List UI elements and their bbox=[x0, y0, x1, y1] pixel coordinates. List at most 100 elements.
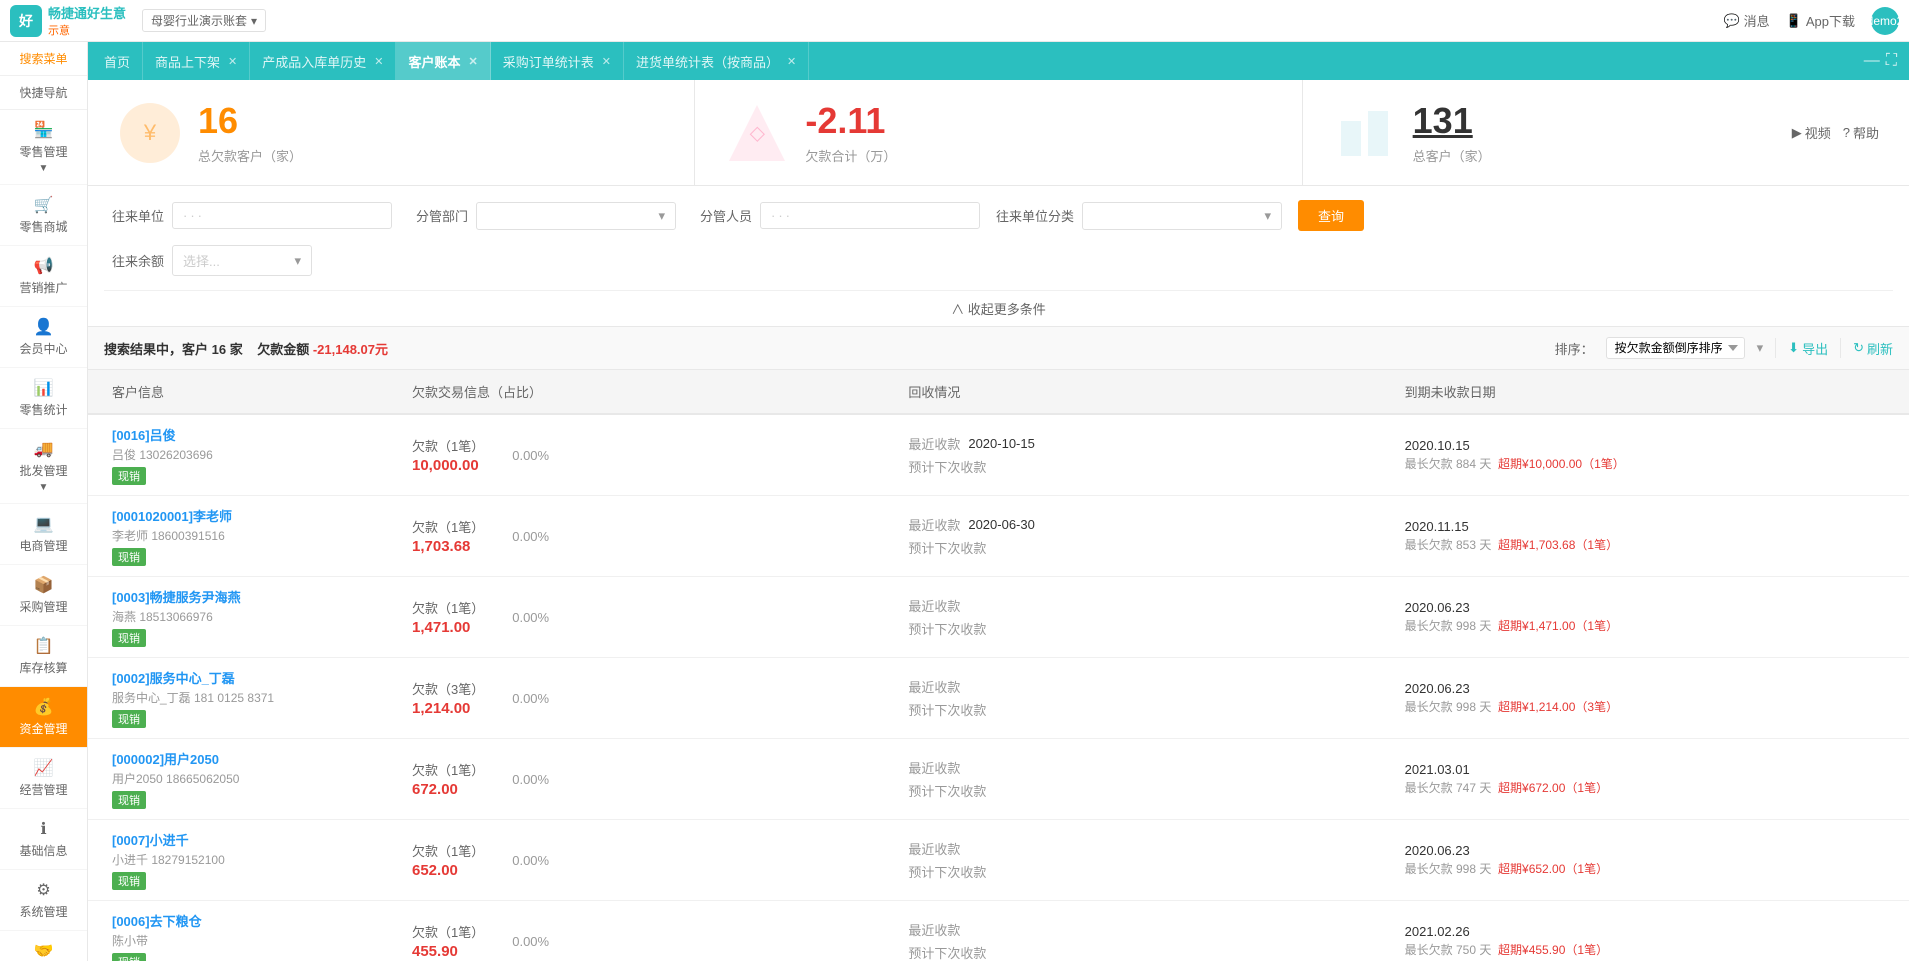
stat-icon-overdue: ¥ bbox=[118, 101, 182, 165]
message-btn[interactable]: 💬 消息 bbox=[1723, 11, 1769, 30]
tab-maximize-btn[interactable]: ⛶ bbox=[1886, 52, 1897, 70]
unit-category-input[interactable]: ▾ bbox=[1082, 202, 1282, 230]
recovery-label-6: 最近收款 bbox=[908, 920, 960, 939]
tab-purchase-close[interactable]: ✕ bbox=[602, 55, 611, 68]
sidebar-quick-nav[interactable]: 搜索菜单 bbox=[0, 42, 87, 76]
sidebar-item-member[interactable]: 👤 会员中心 bbox=[0, 307, 87, 368]
recovery-date-0: 2020-10-15 bbox=[968, 436, 1035, 451]
debt-amount-2[interactable]: 1,471.00 bbox=[412, 619, 484, 636]
overdue-link-0[interactable]: 超期¥10,000.00（1笔） bbox=[1495, 457, 1625, 471]
sidebar-item-retail-mall[interactable]: 🛒 零售商城 bbox=[0, 185, 87, 246]
dept-input[interactable]: ▾ bbox=[476, 202, 676, 230]
sidebar-item-inventory[interactable]: 📋 库存核算 bbox=[0, 626, 87, 687]
customer-name-0[interactable]: [0016]吕俊 bbox=[112, 425, 396, 444]
tab-home-label: 首页 bbox=[104, 52, 130, 71]
tab-customer-close[interactable]: ✕ bbox=[469, 55, 478, 68]
customer-name-5[interactable]: [0007]小进千 bbox=[112, 830, 396, 849]
debt-amount-4[interactable]: 672.00 bbox=[412, 781, 484, 798]
overdue-days-6: 最长欠款 750 天 超期¥455.90（1笔） bbox=[1405, 941, 1885, 958]
tab-inbound-close[interactable]: ✕ bbox=[787, 55, 796, 68]
logo-sub: 示意 bbox=[48, 22, 126, 38]
sidebar-item-batch-mgmt[interactable]: 🚚 批发管理 ▼ bbox=[0, 429, 87, 504]
customer-tag-4: 现销 bbox=[112, 791, 146, 809]
sidebar-item-purchase[interactable]: 📦 采购管理 bbox=[0, 565, 87, 626]
logo-icon: 好 bbox=[10, 5, 42, 37]
debt-count-6: 欠款（1笔） bbox=[412, 922, 484, 941]
sidebar-item-marketing[interactable]: 📢 营销推广 bbox=[0, 246, 87, 307]
sidebar-item-retail-mgmt[interactable]: 🏪 零售管理 ▼ bbox=[0, 110, 87, 185]
refresh-label: 刷新 bbox=[1867, 339, 1893, 358]
customer-name-6[interactable]: [0006]去下粮仓 bbox=[112, 911, 396, 930]
video-link[interactable]: ▶ 视频 bbox=[1792, 123, 1831, 142]
sort-icon: ▾ bbox=[1757, 340, 1764, 356]
tab-production[interactable]: 产成品入库单历史 ✕ bbox=[250, 42, 396, 80]
overdue-link-4[interactable]: 超期¥672.00（1笔） bbox=[1495, 781, 1608, 795]
source-unit-input[interactable]: ··· bbox=[172, 202, 392, 229]
debt-amount-0[interactable]: 10,000.00 bbox=[412, 457, 484, 474]
sidebar-item-basic[interactable]: ℹ 基础信息 bbox=[0, 809, 87, 870]
sort-select[interactable]: 按欠款金额倒序排序 bbox=[1606, 337, 1745, 359]
sidebar-item-ecom[interactable]: 💻 电商管理 bbox=[0, 504, 87, 565]
customer-name-3[interactable]: [0002]服务中心_丁磊 bbox=[112, 668, 396, 687]
app-container: 好 畅捷通好生意 示意 母婴行业演示账套 ▾ 💬 消息 📱 App下载 demo… bbox=[0, 0, 1909, 961]
overdue-link-3[interactable]: 超期¥1,214.00（3笔） bbox=[1495, 700, 1618, 714]
fast-nav-label[interactable]: 快捷导航 bbox=[0, 76, 87, 110]
overdue-days-0: 最长欠款 884 天 超期¥10,000.00（1笔） bbox=[1405, 455, 1885, 472]
app-download-btn[interactable]: 📱 App下载 bbox=[1786, 11, 1855, 30]
sidebar-item-system[interactable]: ⚙ 系统管理 bbox=[0, 870, 87, 931]
message-icon: 💬 bbox=[1723, 13, 1739, 29]
avatar[interactable]: demo2 bbox=[1871, 7, 1899, 35]
debt-ratio-4: 0.00% bbox=[512, 772, 549, 787]
overdue-date-6: 2021.02.26 bbox=[1405, 924, 1885, 939]
store-selector[interactable]: 母婴行业演示账套 ▾ bbox=[142, 9, 266, 32]
manager-input[interactable]: ··· bbox=[760, 202, 980, 229]
debt-amount-5[interactable]: 652.00 bbox=[412, 862, 484, 879]
overdue-count: 16 bbox=[198, 100, 302, 142]
overdue-link-6[interactable]: 超期¥455.90（1笔） bbox=[1495, 943, 1608, 957]
retail-mgmt-icon: 🏪 bbox=[34, 120, 54, 140]
debt-amount-6[interactable]: 455.90 bbox=[412, 943, 484, 960]
balance-placeholder: 选择... bbox=[183, 251, 220, 270]
tab-minimize-btn[interactable]: — bbox=[1864, 52, 1880, 70]
message-label: 消息 bbox=[1744, 11, 1770, 30]
tab-inbound[interactable]: 进货单统计表（按商品） ✕ bbox=[624, 42, 809, 80]
tab-purchase-orders[interactable]: 采购订单统计表 ✕ bbox=[491, 42, 624, 80]
overdue-link-2[interactable]: 超期¥1,471.00（1笔） bbox=[1495, 619, 1618, 633]
amount-row-4: 欠款（1笔） 672.00 0.00% bbox=[412, 760, 892, 798]
customer-name-2[interactable]: [0003]畅捷服务尹海燕 bbox=[112, 587, 396, 606]
tab-home[interactable]: 首页 bbox=[92, 42, 143, 80]
debt-amount-3[interactable]: 1,214.00 bbox=[412, 700, 484, 717]
stat-info-amount: -2.11 欠款合计（万） bbox=[805, 100, 896, 165]
collapse-btn[interactable]: ∧ 收起更多条件 bbox=[104, 290, 1893, 326]
sidebar-item-enterprise[interactable]: 🤝 企业协同 bbox=[0, 931, 87, 961]
result-info: 搜索结果中，客户 16 家 欠款金额 -21,148.07元 bbox=[104, 339, 388, 358]
filter-unit-category: 往来单位分类 ▾ bbox=[996, 202, 1282, 230]
sidebar-item-biz[interactable]: 📈 经营管理 bbox=[0, 748, 87, 809]
result-amount-value: -21,148.07元 bbox=[313, 342, 388, 357]
result-amount-label: 欠款金额 bbox=[257, 342, 309, 357]
sidebar: 搜索菜单 快捷导航 🏪 零售管理 ▼ 🛒 零售商城 📢 营销推广 👤 会员中心 bbox=[0, 42, 88, 961]
tab-customer-account[interactable]: 客户账本 ✕ bbox=[396, 42, 490, 80]
help-link[interactable]: ? 帮助 bbox=[1843, 123, 1879, 142]
search-button[interactable]: 查询 bbox=[1298, 200, 1364, 231]
export-btn[interactable]: ⬇ 导出 bbox=[1788, 339, 1828, 358]
next-collection-label-5: 预计下次收款 bbox=[908, 862, 986, 881]
inventory-label: 库存核算 bbox=[19, 659, 67, 676]
overdue-link-1[interactable]: 超期¥1,703.68（1笔） bbox=[1495, 538, 1618, 552]
recovery-label-5: 最近收款 bbox=[908, 839, 960, 858]
dept-label: 分管部门 bbox=[408, 206, 468, 225]
recovery-row-2-4: 预计下次收款 bbox=[908, 781, 1388, 800]
debt-amount-1[interactable]: 1,703.68 bbox=[412, 538, 484, 555]
customer-phone-3: 服务中心_丁磊 181 0125 8371 bbox=[112, 689, 396, 706]
next-collection-label-4: 预计下次收款 bbox=[908, 781, 986, 800]
refresh-btn[interactable]: ↻ 刷新 bbox=[1853, 339, 1893, 358]
tab-production-close[interactable]: ✕ bbox=[374, 55, 383, 68]
overdue-link-5[interactable]: 超期¥652.00（1笔） bbox=[1495, 862, 1608, 876]
tab-products-close[interactable]: ✕ bbox=[228, 55, 237, 68]
sidebar-item-finance[interactable]: 💰 资金管理 bbox=[0, 687, 87, 748]
customer-name-4[interactable]: [000002]用户2050 bbox=[112, 749, 396, 768]
tab-products[interactable]: 商品上下架 ✕ bbox=[143, 42, 250, 80]
customer-name-1[interactable]: [0001020001]李老师 bbox=[112, 506, 396, 525]
balance-input[interactable]: 选择... ▾ bbox=[172, 245, 312, 276]
sidebar-item-retail-stats[interactable]: 📊 零售统计 bbox=[0, 368, 87, 429]
